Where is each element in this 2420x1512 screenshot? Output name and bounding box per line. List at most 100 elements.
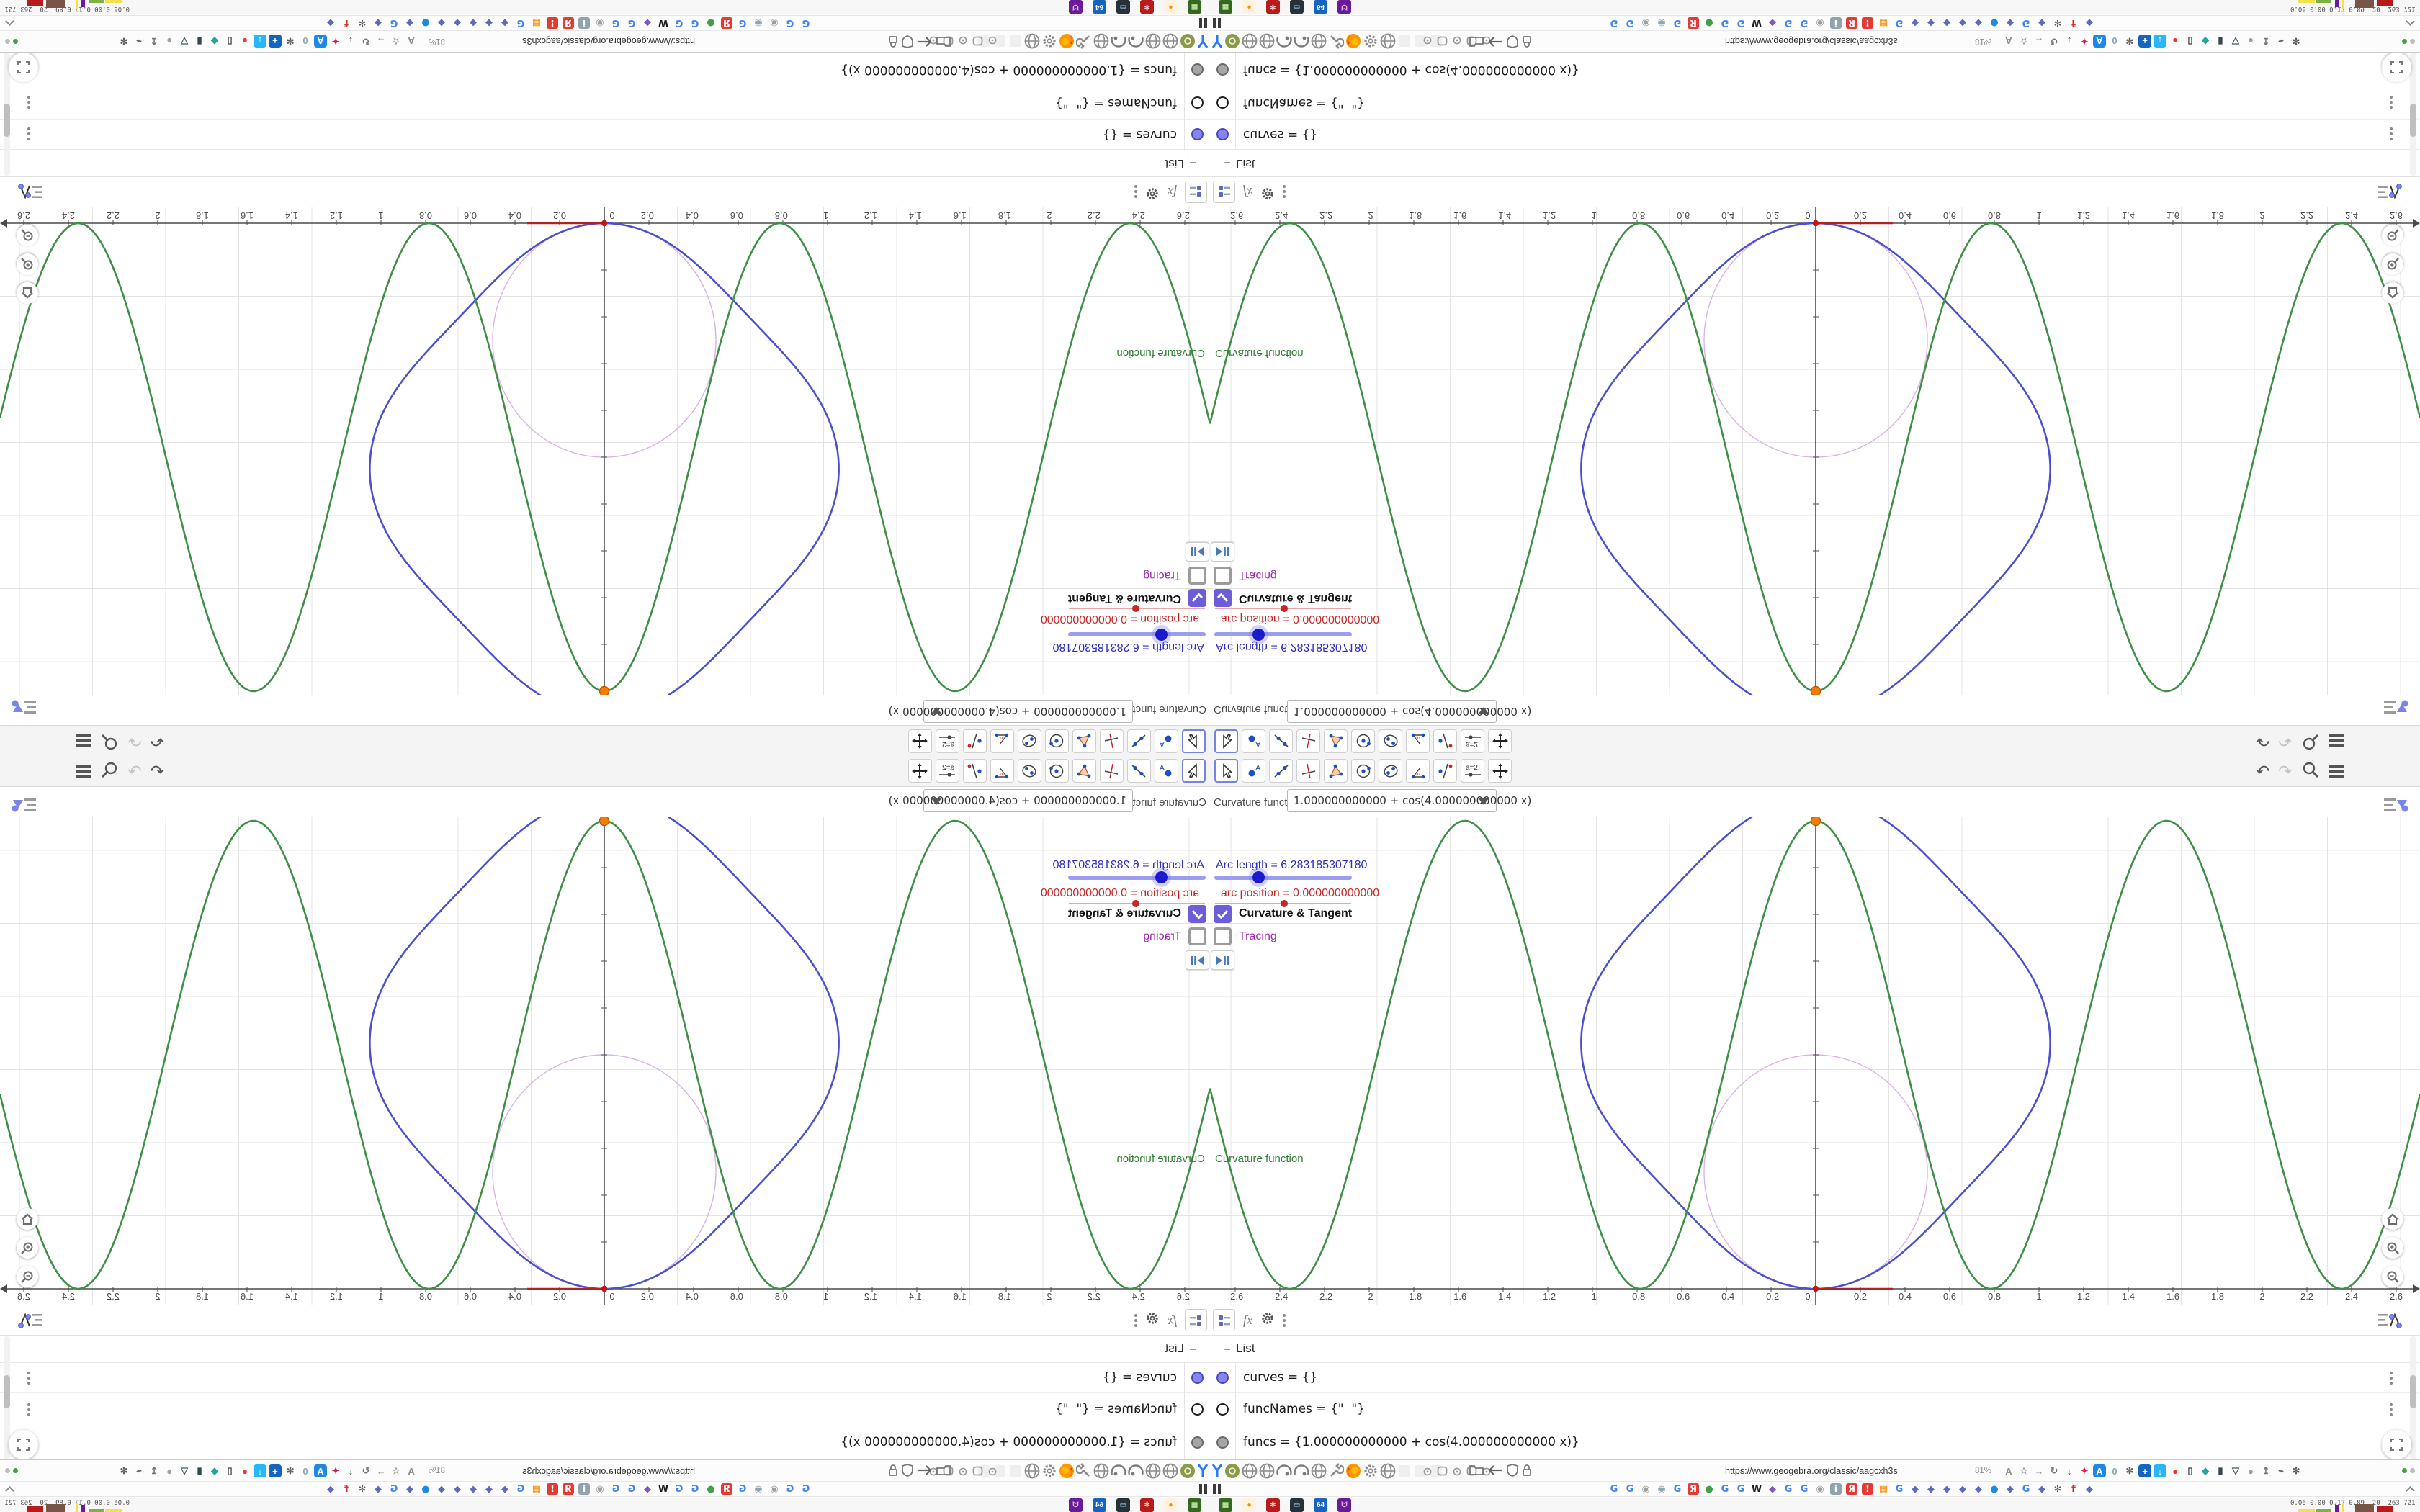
ghost-icon[interactable] xyxy=(1008,30,1023,48)
tool-button-line[interactable] xyxy=(1127,759,1151,783)
globe-icon[interactable] xyxy=(1311,1463,1327,1482)
shield-icon[interactable] xyxy=(1507,32,1518,48)
bookmark-favicon[interactable]: G xyxy=(800,1483,812,1495)
tool-button-conic[interactable] xyxy=(1379,729,1402,753)
toggle-square-icon[interactable] xyxy=(1437,1466,1448,1480)
extension-icon[interactable]: A xyxy=(314,35,327,48)
visibility-toggle-circle[interactable] xyxy=(1191,128,1204,141)
extension-icon[interactable]: → xyxy=(2033,35,2045,48)
shield-icon[interactable] xyxy=(902,32,913,48)
zoom-out-button[interactable] xyxy=(17,1266,38,1287)
extension-icon[interactable]: ✦ xyxy=(2078,1464,2091,1477)
extension-icon[interactable]: ▽ xyxy=(178,1464,191,1477)
bookmark-favicon[interactable]: ▦ xyxy=(1878,1483,1889,1495)
row-kebab-icon[interactable] xyxy=(27,1403,30,1416)
tool-button-reflect[interactable] xyxy=(1433,729,1457,753)
algebra-stylebar-icon[interactable] xyxy=(17,1310,43,1334)
extension-icon[interactable]: → xyxy=(375,1464,387,1477)
tracing-checkbox[interactable] xyxy=(1188,567,1206,585)
visibility-toggle-circle[interactable] xyxy=(1216,1371,1229,1384)
bookmark-favicon[interactable]: G xyxy=(1735,1483,1747,1495)
toggle-square-icon[interactable] xyxy=(1437,32,1448,46)
home-button[interactable] xyxy=(2382,1208,2403,1230)
folder-icon[interactable] xyxy=(936,32,951,48)
visibility-toggle-circle[interactable] xyxy=(1216,128,1229,141)
bookmark-favicon[interactable]: ◆ xyxy=(642,1483,653,1495)
extension-icon[interactable]: ▯ xyxy=(223,35,236,48)
globe-icon[interactable] xyxy=(1242,30,1258,49)
algebra-row[interactable]: curves = {} xyxy=(0,1363,1210,1393)
bookmark-favicon[interactable]: ◆ xyxy=(1957,17,1968,29)
extension-icon[interactable]: ▯ xyxy=(223,1464,236,1477)
menu-hamburger-icon[interactable] xyxy=(76,765,92,778)
bookmark-favicon[interactable]: ▦ xyxy=(1878,17,1889,29)
bookmark-favicon[interactable]: G xyxy=(2020,17,2032,29)
visibility-toggle-circle[interactable] xyxy=(1191,1403,1204,1416)
extension-icon[interactable]: ↥ xyxy=(148,1464,161,1477)
pin-icon[interactable] xyxy=(1211,30,1223,49)
tool-button-move[interactable] xyxy=(1182,759,1206,783)
bookmark-favicon[interactable]: G xyxy=(1608,1483,1620,1495)
back-arrow-icon[interactable] xyxy=(917,32,933,48)
zoom-in-button[interactable] xyxy=(17,253,38,275)
firefox-icon[interactable] xyxy=(1345,1463,1361,1482)
zoom-in-button[interactable] xyxy=(2382,1237,2403,1259)
bookmark-favicon[interactable]: G xyxy=(689,1483,701,1495)
bookmark-favicon[interactable]: ◉ xyxy=(1814,1483,1826,1495)
bookmark-favicon[interactable]: ◆ xyxy=(1973,17,1984,29)
bookmark-favicon[interactable]: ● xyxy=(1989,1483,2000,1495)
back-arrow-icon[interactable] xyxy=(917,1464,933,1480)
bookmark-favicon[interactable]: f xyxy=(341,1483,352,1495)
zoom-search-icon[interactable] xyxy=(100,760,119,783)
tracing-checkbox[interactable] xyxy=(1188,927,1206,945)
kebab-menu-icon[interactable] xyxy=(1283,185,1286,199)
fullscreen-button[interactable] xyxy=(2382,1430,2411,1459)
bookmark-favicon[interactable]: ◆ xyxy=(2084,1483,2095,1495)
bookmark-favicon[interactable]: ● xyxy=(420,17,431,29)
bookmark-favicon[interactable]: G xyxy=(1672,1483,1683,1495)
bookmark-favicon[interactable]: G xyxy=(1894,17,1905,29)
row-kebab-icon[interactable] xyxy=(2390,96,2393,109)
kebab-menu-icon[interactable] xyxy=(1134,185,1137,199)
extension-icon[interactable]: ▯ xyxy=(2184,35,2197,48)
bookmark-favicon[interactable]: ◆ xyxy=(452,17,463,29)
gauge-icon[interactable] xyxy=(1128,1463,1144,1482)
extension-icon[interactable]: ↓ xyxy=(344,35,357,48)
scrollbar-thumb[interactable] xyxy=(4,1375,10,1408)
bookmark-favicon[interactable]: G xyxy=(1798,1483,1810,1495)
bookmark-favicon[interactable]: G xyxy=(1798,17,1810,29)
arc-position-slider[interactable] xyxy=(1215,900,1351,907)
algebra-row[interactable]: funcNames = {" "} xyxy=(0,86,1210,119)
extension-icon[interactable]: A xyxy=(405,35,418,48)
extension-icon[interactable]: ☆ xyxy=(390,1464,403,1477)
tool-button-slider[interactable]: a=2 xyxy=(936,729,959,753)
tool-button-circle[interactable] xyxy=(1045,729,1069,753)
arc-position-slider-handle[interactable] xyxy=(1281,900,1288,907)
undo-icon[interactable]: ↶ xyxy=(151,730,164,752)
bookmark-favicon[interactable]: ◆ xyxy=(2084,17,2095,29)
globe-icon[interactable] xyxy=(1162,1463,1178,1482)
tool-button-point[interactable]: A xyxy=(1242,729,1265,753)
extension-icon[interactable]: ✻ xyxy=(117,1464,130,1477)
bookmark-favicon[interactable]: ● xyxy=(1703,17,1715,29)
bookmark-favicon[interactable]: G xyxy=(737,17,748,29)
extension-icon[interactable]: A xyxy=(2002,1464,2015,1477)
zoom-out-button[interactable] xyxy=(2382,1266,2403,1287)
play-step-button[interactable] xyxy=(1211,950,1234,970)
bookmark-favicon[interactable]: ◆ xyxy=(499,1483,511,1495)
globe-icon[interactable] xyxy=(1093,30,1109,49)
extension-icon[interactable]: ▮ xyxy=(2214,1464,2227,1477)
bookmark-favicon[interactable]: ◆ xyxy=(483,17,495,29)
bookmark-favicon[interactable]: G xyxy=(1608,17,1620,29)
bookmark-favicon[interactable]: ◆ xyxy=(1941,1483,1953,1495)
bookmark-favicon[interactable]: Я xyxy=(1688,17,1699,29)
tool-button-polygon[interactable] xyxy=(1324,759,1348,783)
toggle-dot-icon[interactable] xyxy=(959,1467,967,1480)
bookmark-favicon[interactable]: G xyxy=(515,17,526,29)
bookmark-favicon[interactable]: G xyxy=(1672,17,1683,29)
bookmark-favicon[interactable]: ! xyxy=(547,1483,558,1495)
curvature-tangent-checkbox[interactable] xyxy=(1214,905,1232,923)
bookmark-favicon[interactable]: G xyxy=(626,1483,637,1495)
bookmark-favicon[interactable]: G xyxy=(1624,17,1636,29)
fx-button[interactable]: fx xyxy=(1243,184,1252,199)
